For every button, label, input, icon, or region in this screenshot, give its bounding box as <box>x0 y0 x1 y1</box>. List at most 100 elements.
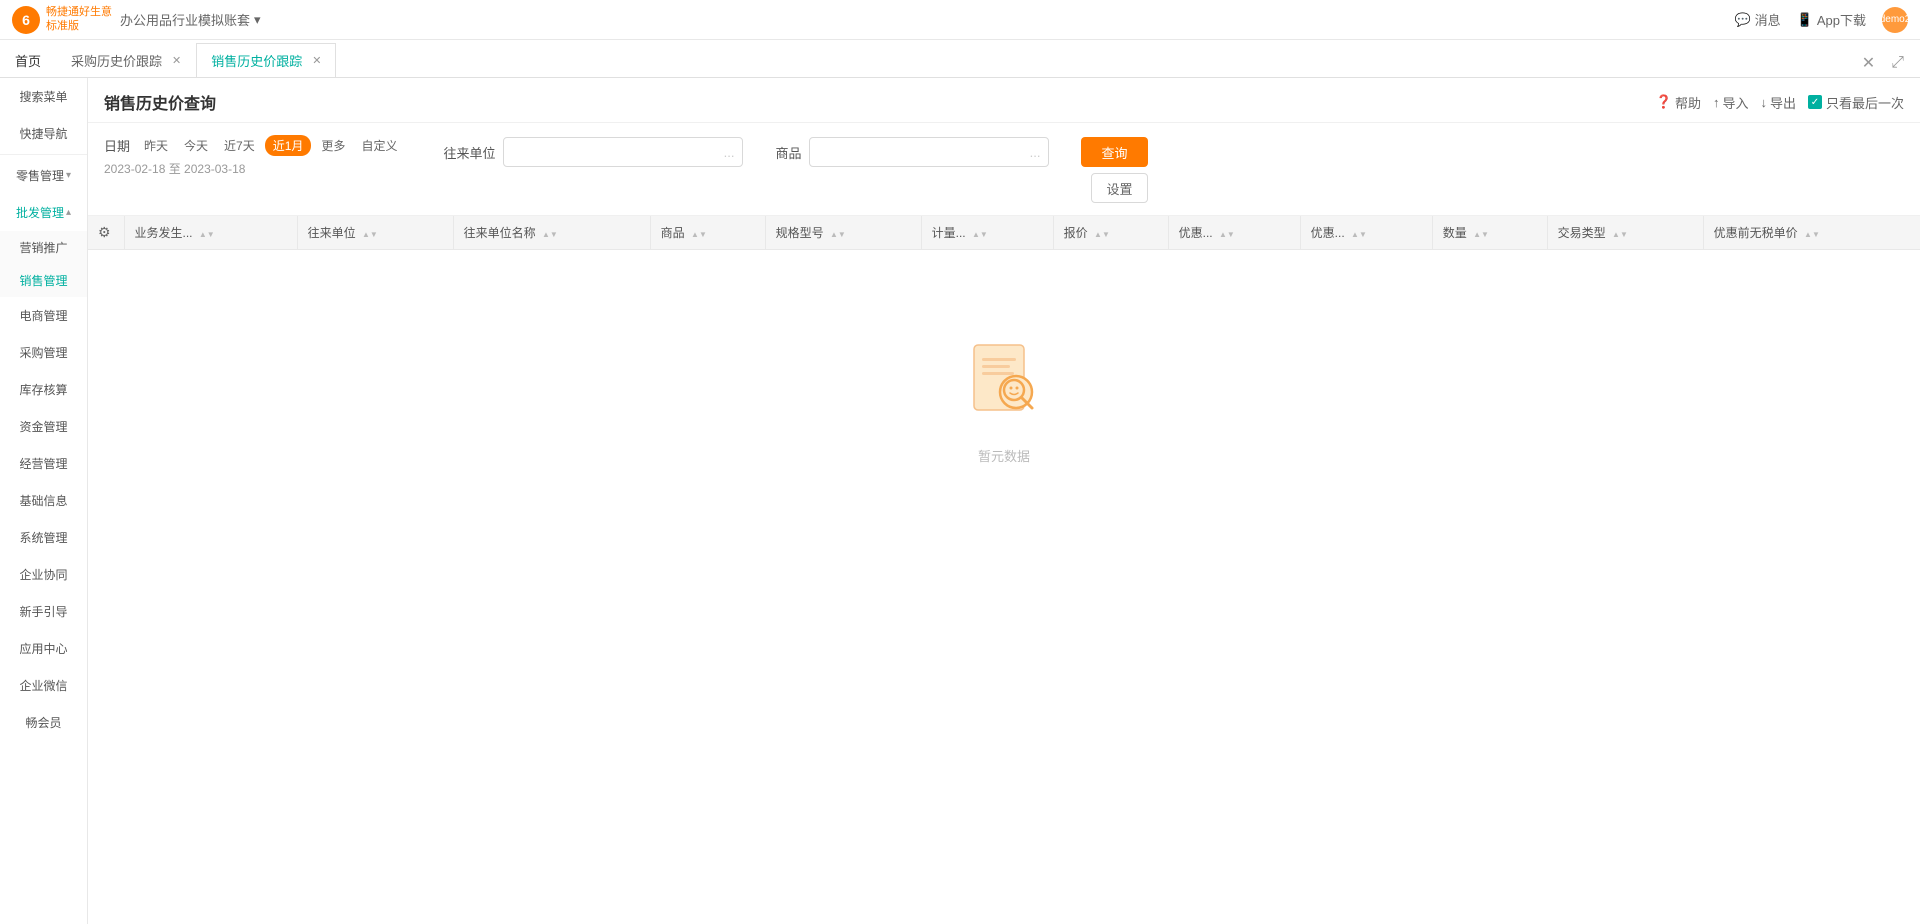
sidebar-item-retail[interactable]: 零售管理 ▾ <box>0 157 87 194</box>
date-tab-today[interactable]: 今天 <box>178 135 214 156</box>
sort-icon-price[interactable]: ▲▼ <box>1094 230 1110 239</box>
sidebar-item-quick-nav[interactable]: 快捷导航 <box>0 115 87 152</box>
sort-icon-discount1[interactable]: ▲▼ <box>1219 230 1235 239</box>
sidebar-item-enterprise[interactable]: 企业协同 <box>0 556 87 593</box>
sidebar-item-inventory[interactable]: 库存核算 <box>0 371 87 408</box>
sidebar: 搜索菜单 快捷导航 零售管理 ▾ 批发管理 ▴ 营销推广 销售管理 电商管理 采… <box>0 78 88 924</box>
sidebar-item-guide[interactable]: 新手引导 <box>0 593 87 630</box>
sort-icon-unit[interactable]: ▲▼ <box>972 230 988 239</box>
sidebar-item-wechat[interactable]: 企业微信 <box>0 667 87 704</box>
sort-icon-partner-name[interactable]: ▲▼ <box>542 230 558 239</box>
table-settings-icon[interactable]: ⚙ <box>98 224 111 240</box>
table-col-biz-date: 业务发生... ▲▼ <box>124 216 297 250</box>
app-download-button[interactable]: 📱 App下载 <box>1797 10 1866 29</box>
top-bar-left: 6 畅捷通好生意 标准版 办公用品行业模拟账套 ▾ <box>12 6 261 34</box>
tab-purchase-history-label: 采购历史价跟踪 <box>71 51 162 70</box>
table-col-trade-type: 交易类型 ▲▼ <box>1547 216 1703 250</box>
table-col-discount1: 优惠... ▲▼ <box>1168 216 1300 250</box>
sidebar-item-wholesale[interactable]: 批发管理 ▴ <box>0 194 87 231</box>
sidebar-item-app-center[interactable]: 应用中心 <box>0 630 87 667</box>
table-col-price: 报价 ▲▼ <box>1053 216 1168 250</box>
goods-input-dots: ... <box>1030 145 1041 160</box>
sort-icon-discount2[interactable]: ▲▼ <box>1351 230 1367 239</box>
sidebar-sub-wholesale: 营销推广 销售管理 <box>0 231 87 297</box>
table-col-settings: ⚙ <box>88 216 124 250</box>
table-area: ⚙ 业务发生... ▲▼ 往来单位 ▲▼ 往来单位名称 <box>88 216 1920 545</box>
table-col-quantity: 数量 ▲▼ <box>1432 216 1547 250</box>
date-filter: 日期 昨天 今天 近7天 近1月 更多 自定义 2023-02-18 至 202… <box>104 135 403 177</box>
sidebar-item-finance[interactable]: 资金管理 <box>0 408 87 445</box>
table-header-row: ⚙ 业务发生... ▲▼ 往来单位 ▲▼ 往来单位名称 <box>88 216 1920 250</box>
search-menu-label: 搜索菜单 <box>19 88 67 105</box>
date-label: 日期 <box>104 136 130 155</box>
only-last-checkbox-area[interactable]: ✓ 只看最后一次 <box>1808 93 1904 112</box>
sidebar-item-system[interactable]: 系统管理 <box>0 519 87 556</box>
tab-purchase-history[interactable]: 采购历史价跟踪 ✕ <box>56 43 196 77</box>
sort-icon-quantity[interactable]: ▲▼ <box>1473 230 1489 239</box>
tab-home[interactable]: 首页 <box>0 43 56 77</box>
tab-home-label: 首页 <box>15 51 41 70</box>
tab-sales-history[interactable]: 销售历史价跟踪 ✕ <box>196 43 336 77</box>
table-col-discount2: 优惠... ▲▼ <box>1300 216 1432 250</box>
sidebar-item-purchase[interactable]: 采购管理 <box>0 334 87 371</box>
maximize-button[interactable]: ⤢ <box>1887 50 1908 76</box>
table-col-goods: 商品 ▲▼ <box>650 216 765 250</box>
close-purchase-tab-icon[interactable]: ✕ <box>172 54 181 67</box>
main-layout: 搜索菜单 快捷导航 零售管理 ▾ 批发管理 ▴ 营销推广 销售管理 电商管理 采… <box>0 78 1920 924</box>
page-header: 销售历史价查询 ❓ 帮助 ↑ 导入 ↓ 导出 ✓ <box>88 78 1920 123</box>
workspace-selector[interactable]: 办公用品行业模拟账套 ▾ <box>120 10 261 29</box>
quick-nav-label: 快捷导航 <box>19 125 67 142</box>
sidebar-item-ecommerce[interactable]: 电商管理 <box>0 297 87 334</box>
top-bar-right: 💬 消息 📱 App下载 demo2 <box>1734 7 1908 33</box>
sidebar-item-operations[interactable]: 经营管理 <box>0 445 87 482</box>
content-area: 销售历史价查询 ❓ 帮助 ↑ 导入 ↓ 导出 ✓ <box>88 78 1920 924</box>
sort-icon-biz-date[interactable]: ▲▼ <box>199 230 215 239</box>
tab-bar: 首页 采购历史价跟踪 ✕ 销售历史价跟踪 ✕ ✕ ⤢ <box>0 40 1920 78</box>
data-table: ⚙ 业务发生... ▲▼ 往来单位 ▲▼ 往来单位名称 <box>88 216 1920 250</box>
goods-input[interactable]: ... <box>809 137 1049 167</box>
filter-actions: 查询 设置 <box>1081 137 1147 203</box>
date-tab-custom[interactable]: 自定义 <box>355 135 403 156</box>
import-button[interactable]: ↑ 导入 <box>1713 93 1749 112</box>
sort-icon-pretax-price[interactable]: ▲▼ <box>1804 230 1820 239</box>
sidebar-item-basic-info[interactable]: 基础信息 <box>0 482 87 519</box>
date-tab-7days[interactable]: 近7天 <box>218 135 261 156</box>
page-header-actions: ❓ 帮助 ↑ 导入 ↓ 导出 ✓ 只看最后一次 <box>1656 93 1904 112</box>
tab-sales-history-label: 销售历史价跟踪 <box>211 51 302 70</box>
page-title: 销售历史价查询 <box>104 90 216 114</box>
help-button[interactable]: ❓ 帮助 <box>1656 93 1701 112</box>
avatar: demo2 <box>1882 7 1908 33</box>
goods-label: 商品 <box>775 143 801 162</box>
sidebar-item-marketing[interactable]: 营销推广 <box>0 231 87 264</box>
chevron-down-icon: ▾ <box>254 12 261 28</box>
date-tab-1month[interactable]: 近1月 <box>265 135 312 156</box>
sidebar-item-sales[interactable]: 销售管理 <box>0 264 87 297</box>
only-last-checkbox[interactable]: ✓ <box>1808 95 1822 109</box>
partner-input-dots: ... <box>724 145 735 160</box>
wholesale-arrow-icon: ▴ <box>66 207 71 218</box>
close-all-tabs-button[interactable]: ✕ <box>1858 49 1879 77</box>
empty-state-text: 暂元数据 <box>978 446 1030 465</box>
table-col-partner-name: 往来单位名称 ▲▼ <box>453 216 650 250</box>
settings-button[interactable]: 设置 <box>1091 173 1147 203</box>
date-range-display: 2023-02-18 至 2023-03-18 <box>104 160 403 177</box>
table-col-pretax-price: 优惠前无税单价 ▲▼ <box>1703 216 1920 250</box>
table-col-partner-code: 往来单位 ▲▼ <box>297 216 453 250</box>
sidebar-item-member[interactable]: 畅会员 <box>0 704 87 741</box>
sort-icon-trade-type[interactable]: ▲▼ <box>1612 230 1628 239</box>
sort-icon-partner-code[interactable]: ▲▼ <box>362 230 378 239</box>
sort-icon-spec[interactable]: ▲▼ <box>830 230 846 239</box>
date-tab-yesterday[interactable]: 昨天 <box>138 135 174 156</box>
export-button[interactable]: ↓ 导出 <box>1760 93 1796 112</box>
partner-input[interactable]: ... <box>503 137 743 167</box>
date-tabs: 日期 昨天 今天 近7天 近1月 更多 自定义 <box>104 135 403 156</box>
close-sales-tab-icon[interactable]: ✕ <box>312 54 321 67</box>
date-tab-more[interactable]: 更多 <box>315 135 351 156</box>
query-button[interactable]: 查询 <box>1081 137 1147 167</box>
sort-icon-goods[interactable]: ▲▼ <box>691 230 707 239</box>
empty-mascot-icon <box>954 330 1054 430</box>
sidebar-item-search-menu[interactable]: 搜索菜单 <box>0 78 87 115</box>
user-menu[interactable]: demo2 <box>1882 7 1908 33</box>
message-button[interactable]: 💬 消息 <box>1734 10 1780 29</box>
partner-label: 往来单位 <box>443 143 495 162</box>
